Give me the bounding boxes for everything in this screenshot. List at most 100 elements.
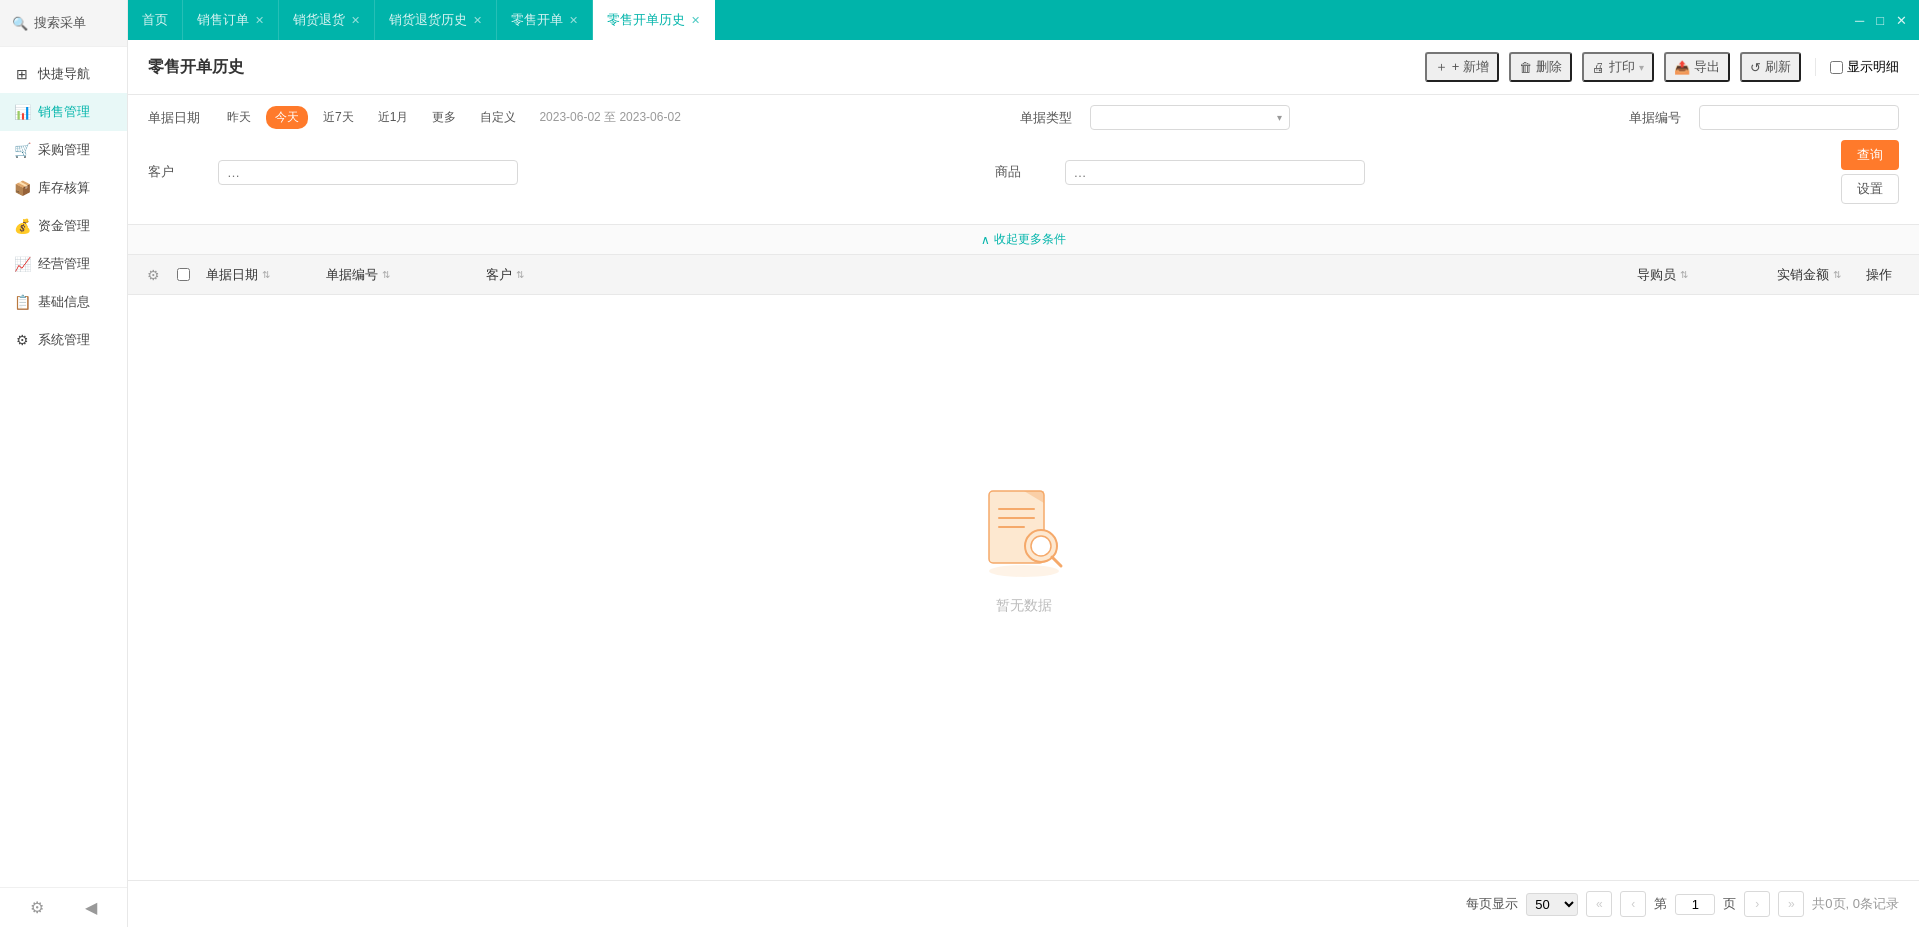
page-suffix: 页 [1723,895,1736,913]
table-header: ⚙ 单据日期 ⇅ 单据编号 ⇅ 客户 ⇅ 导购员 ⇅ 实销金额 ⇅ [128,255,1919,295]
bill-type-select[interactable] [1090,105,1290,130]
nav-label-inventory: 库存核算 [38,179,90,197]
query-button[interactable]: 查询 [1841,140,1899,170]
date-btn-more[interactable]: 更多 [423,106,465,129]
total-info: 共0页, 0条记录 [1812,895,1899,913]
date-btn-today[interactable]: 今天 [266,106,308,129]
sort-salesperson-icon: ⇅ [1680,269,1688,280]
empty-text: 暂无数据 [996,597,1052,615]
delete-button[interactable]: 🗑 删除 [1509,52,1572,82]
window-close[interactable]: ✕ [1896,13,1907,28]
date-btn-last7[interactable]: 近7天 [314,106,363,129]
tab-close-sales-return-history[interactable]: ✕ [473,14,482,27]
settings-icon[interactable]: ⚙ [30,898,44,917]
prev-page-btn[interactable]: ‹ [1620,891,1646,917]
th-billno[interactable]: 单据编号 ⇅ [318,266,478,284]
th-amount[interactable]: 实销金额 ⇅ [1729,266,1849,284]
first-page-btn[interactable]: « [1586,891,1612,917]
next-page-btn[interactable]: › [1744,891,1770,917]
bill-type-label: 单据类型 [1020,109,1080,127]
window-maximize[interactable]: □ [1876,13,1884,28]
th-salesperson[interactable]: 导购员 ⇅ [1629,266,1729,284]
top-nav: 首页销售订单 ✕销货退货 ✕销货退货历史 ✕零售开单 ✕零售开单历史 ✕ ─ □… [128,0,1919,40]
tab-home[interactable]: 首页 [128,0,183,40]
tab-label-sales-return: 销货退货 [293,11,345,29]
print-button[interactable]: 🖨 打印 ▾ [1582,52,1654,82]
filter-row-1: 单据日期 昨天今天近7天近1月更多自定义 2023-06-02 至 2023-0… [148,105,1899,130]
empty-state: 暂无数据 [128,295,1919,880]
sidebar-item-purchase-mgmt[interactable]: 🛒采购管理 [0,131,127,169]
date-range-text: 2023-06-02 至 2023-06-02 [539,109,680,126]
collapse-btn[interactable]: ∧ 收起更多条件 [981,227,1066,252]
sort-billno-icon: ⇅ [382,269,390,280]
search-icon: 🔍 [12,16,28,31]
refresh-icon: ↺ [1750,60,1761,75]
nav-label-sys-mgmt: 系统管理 [38,331,90,349]
tab-sales-return[interactable]: 销货退货 ✕ [279,0,375,40]
print-dropdown-icon: ▾ [1639,62,1644,73]
tab-close-sales-order[interactable]: ✕ [255,14,264,27]
sidebar-nav: ⊞快捷导航📊销售管理🛒采购管理 📦 库存核算 💰资金管理📈经营管理📋基础信息⚙系统管理 [0,47,127,887]
date-btn-yesterday[interactable]: 昨天 [218,106,260,129]
tab-retail-open[interactable]: 零售开单 ✕ [497,0,593,40]
refresh-button[interactable]: ↺ 刷新 [1740,52,1801,82]
empty-illustration [969,481,1079,581]
nav-icon-inventory: 📦 [14,180,30,196]
nav-icon-purchase-mgmt: 🛒 [14,142,30,158]
add-button[interactable]: ＋ + 新增 [1425,52,1499,82]
date-btn-last_month[interactable]: 近1月 [369,106,418,129]
bill-no-label: 单据编号 [1629,109,1689,127]
settings-button[interactable]: 设置 [1841,174,1899,204]
customer-input[interactable] [218,160,518,185]
nav-label-sales-mgmt: 销售管理 [38,103,90,121]
sidebar-item-quick-nav[interactable]: ⊞快捷导航 [0,55,127,93]
display-detail-checkbox[interactable] [1830,61,1843,74]
sidebar-item-operations[interactable]: 📈经营管理 [0,245,127,283]
select-all-checkbox-wrapper[interactable] [168,268,198,281]
per-page-select[interactable]: 10 20 50 100 [1526,893,1578,916]
export-button[interactable]: 📤 导出 [1664,52,1730,82]
bill-no-input[interactable] [1699,105,1899,130]
sidebar-item-inventory[interactable]: 📦 库存核算 [0,169,127,207]
nav-icon-finance: 💰 [14,218,30,234]
tab-close-retail-open[interactable]: ✕ [569,14,578,27]
date-buttons: 昨天今天近7天近1月更多自定义 [218,106,525,129]
sidebar-item-finance[interactable]: 💰资金管理 [0,207,127,245]
tab-sales-order[interactable]: 销售订单 ✕ [183,0,279,40]
bill-type-select-wrapper [1090,105,1290,130]
main-area: 首页销售订单 ✕销货退货 ✕销货退货历史 ✕零售开单 ✕零售开单历史 ✕ ─ □… [128,0,1919,927]
sort-customer-icon: ⇅ [516,269,524,280]
sidebar-item-base-info[interactable]: 📋基础信息 [0,283,127,321]
tab-label-retail-history: 零售开单历史 [607,11,685,29]
collapse-sidebar-icon[interactable]: ◀ [85,898,97,917]
per-page-label: 每页显示 [1466,895,1518,913]
window-minimize[interactable]: ─ [1855,13,1864,28]
select-all-checkbox[interactable] [177,268,190,281]
toolbar: ＋ + 新增 🗑 删除 🖨 打印 ▾ 📤 导出 ↺ 刷新 [1425,52,1899,82]
sort-amount-icon: ⇅ [1833,269,1841,280]
export-icon: 📤 [1674,60,1690,75]
page-label: 第 [1654,895,1667,913]
th-date[interactable]: 单据日期 ⇅ [198,266,318,284]
tab-close-retail-history[interactable]: ✕ [691,14,700,27]
last-page-btn[interactable]: » [1778,891,1804,917]
display-detail-toggle[interactable]: 显示明细 [1830,58,1899,76]
table-settings-icon[interactable]: ⚙ [138,267,168,283]
page-title: 零售开单历史 [148,57,244,78]
sidebar-item-sys-mgmt[interactable]: ⚙系统管理 [0,321,127,359]
tab-sales-return-history[interactable]: 销货退货历史 ✕ [375,0,497,40]
th-customer[interactable]: 客户 ⇅ [478,266,1629,284]
content-header: 零售开单历史 ＋ + 新增 🗑 删除 🖨 打印 ▾ 📤 导出 ↺ 刷新 [128,40,1919,95]
search-area[interactable]: 🔍 搜索采单 [0,0,127,47]
tab-close-sales-return[interactable]: ✕ [351,14,360,27]
svg-line-8 [1052,557,1061,566]
page-input[interactable] [1675,894,1715,915]
sidebar-item-sales-mgmt[interactable]: 📊销售管理 [0,93,127,131]
sidebar-footer: ⚙ ◀ [0,887,127,927]
filter-collapse-row: ∧ 收起更多条件 [128,225,1919,255]
tab-retail-history[interactable]: 零售开单历史 ✕ [593,0,715,40]
product-input[interactable] [1065,160,1365,185]
tab-label-sales-return-history: 销货退货历史 [389,11,467,29]
add-icon: ＋ [1435,58,1448,76]
date-btn-custom[interactable]: 自定义 [471,106,525,129]
